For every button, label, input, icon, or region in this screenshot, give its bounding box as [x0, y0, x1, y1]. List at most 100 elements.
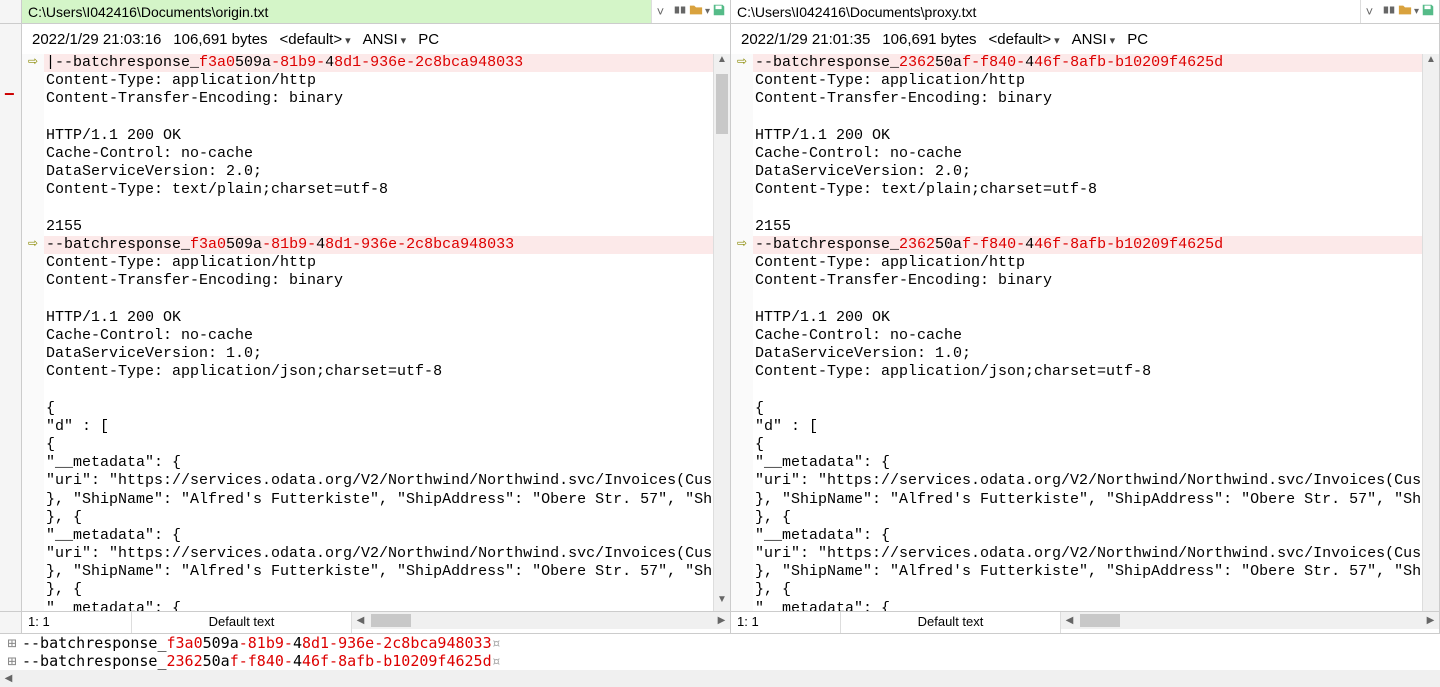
compare-icon[interactable] [1382, 3, 1396, 20]
code-line[interactable]: "d" : [ [753, 418, 1422, 436]
code-line[interactable]: |--batchresponse_f3a0509a-81b9-48d1-936e… [44, 54, 713, 72]
code-line[interactable]: HTTP/1.1 200 OK [753, 127, 1422, 145]
code-line[interactable]: "__metadata": { [753, 454, 1422, 472]
code-line[interactable]: "uri": "https://services.odata.org/V2/No… [753, 472, 1422, 490]
code-line[interactable]: 2155 [44, 218, 713, 236]
scroll-left-button[interactable]: ◀ [1061, 612, 1078, 629]
folder-dropdown-icon[interactable]: ▾ [1414, 6, 1419, 17]
code-line[interactable]: "uri": "https://services.odata.org/V2/No… [44, 472, 713, 490]
code-line[interactable]: DataServiceVersion: 1.0; [44, 345, 713, 363]
code-line[interactable]: { [44, 400, 713, 418]
right-scrollbar-v[interactable]: ▲ [1422, 54, 1439, 611]
right-file-path[interactable]: C:\Users\I042416\Documents\proxy.txt [731, 0, 1360, 23]
code-line[interactable] [753, 109, 1422, 127]
code-line[interactable]: HTTP/1.1 200 OK [44, 309, 713, 327]
code-line[interactable]: "__metadata": { [753, 600, 1422, 611]
code-line[interactable]: }, "ShipName": "Alfred's Futterkiste", "… [44, 491, 713, 509]
diff-summary-line[interactable]: ⊞--batchresponse_236250af-f840-446f-8afb… [0, 652, 1440, 670]
code-line[interactable]: }, "ShipName": "Alfred's Futterkiste", "… [44, 563, 713, 581]
code-line[interactable] [44, 290, 713, 308]
diff-summary-line[interactable]: ⊞--batchresponse_f3a0509a-81b9-48d1-936e… [0, 634, 1440, 652]
code-line[interactable]: 2155 [753, 218, 1422, 236]
code-line[interactable]: Cache-Control: no-cache [753, 327, 1422, 345]
scrollbar-thumb[interactable] [1080, 614, 1120, 627]
code-line[interactable]: { [753, 436, 1422, 454]
right-lineend[interactable]: PC [1127, 31, 1148, 48]
code-line[interactable]: Content-Transfer-Encoding: binary [44, 272, 713, 290]
scroll-left-button[interactable]: ◀ [352, 612, 369, 629]
code-line[interactable]: "uri": "https://services.odata.org/V2/No… [44, 545, 713, 563]
left-file-path[interactable]: C:\Users\I042416\Documents\origin.txt [22, 0, 651, 23]
compare-icon[interactable] [673, 3, 687, 20]
bottom-scrollbar[interactable]: ◀ [0, 670, 1440, 687]
code-line[interactable]: Content-Type: application/http [44, 254, 713, 272]
code-line[interactable]: DataServiceVersion: 2.0; [44, 163, 713, 181]
code-line[interactable]: Content-Type: text/plain;charset=utf-8 [44, 181, 713, 199]
folder-icon[interactable] [689, 3, 703, 20]
code-line[interactable] [44, 200, 713, 218]
scrollbar-thumb[interactable] [371, 614, 411, 627]
expand-icon[interactable]: ⊞ [2, 634, 22, 652]
code-line[interactable]: "__metadata": { [753, 527, 1422, 545]
code-line[interactable]: { [753, 400, 1422, 418]
code-line[interactable] [753, 381, 1422, 399]
left-scrollbar-v[interactable]: ▲ ▼ [713, 54, 730, 611]
left-code[interactable]: |--batchresponse_f3a0509a-81b9-48d1-936e… [44, 54, 713, 611]
code-line[interactable]: --batchresponse_236250af-f840-446f-8afb-… [753, 54, 1422, 72]
code-line[interactable]: Content-Transfer-Encoding: binary [753, 272, 1422, 290]
code-line[interactable]: Content-Type: application/json;charset=u… [753, 363, 1422, 381]
right-scrollbar-h[interactable]: ◀ ▶ [1061, 612, 1439, 629]
right-encoding[interactable]: ANSI [1072, 31, 1116, 48]
code-line[interactable] [44, 381, 713, 399]
code-line[interactable]: Content-Type: application/json;charset=u… [44, 363, 713, 381]
code-line[interactable]: --batchresponse_236250af-f840-446f-8afb-… [753, 236, 1422, 254]
code-line[interactable]: Content-Type: application/http [44, 72, 713, 90]
left-scrollbar-h[interactable]: ◀ ▶ [352, 612, 730, 629]
code-line[interactable]: HTTP/1.1 200 OK [753, 309, 1422, 327]
code-line[interactable]: Content-Type: application/http [753, 72, 1422, 90]
code-line[interactable]: "d" : [ [44, 418, 713, 436]
code-line[interactable]: }, "ShipName": "Alfred's Futterkiste", "… [753, 563, 1422, 581]
code-line[interactable]: "__metadata": { [44, 527, 713, 545]
left-lineend[interactable]: PC [418, 31, 439, 48]
folder-icon[interactable] [1398, 3, 1412, 20]
left-filter[interactable]: <default> [280, 31, 351, 48]
code-line[interactable]: Cache-Control: no-cache [44, 327, 713, 345]
code-line[interactable]: "__metadata": { [44, 600, 713, 611]
save-icon[interactable] [712, 3, 726, 20]
code-line[interactable]: Content-Transfer-Encoding: binary [44, 90, 713, 108]
overview-gutter[interactable]: − [0, 54, 22, 611]
code-line[interactable]: DataServiceVersion: 2.0; [753, 163, 1422, 181]
code-line[interactable]: }, { [753, 509, 1422, 527]
code-line[interactable]: Content-Type: application/http [753, 254, 1422, 272]
code-line[interactable]: Content-Transfer-Encoding: binary [753, 90, 1422, 108]
expand-icon[interactable]: ⊞ [2, 652, 22, 670]
code-line[interactable]: }, { [44, 509, 713, 527]
folder-dropdown-icon[interactable]: ▾ [705, 6, 710, 17]
right-path-dropdown[interactable]: ˅ [1360, 0, 1378, 23]
code-line[interactable]: HTTP/1.1 200 OK [44, 127, 713, 145]
left-encoding[interactable]: ANSI [363, 31, 407, 48]
code-line[interactable]: "__metadata": { [44, 454, 713, 472]
code-line[interactable]: "uri": "https://services.odata.org/V2/No… [753, 545, 1422, 563]
left-path-dropdown[interactable]: ˅ [651, 0, 669, 23]
save-icon[interactable] [1421, 3, 1435, 20]
scroll-up-button[interactable]: ▲ [714, 54, 730, 71]
code-line[interactable]: --batchresponse_f3a0509a-81b9-48d1-936e-… [44, 236, 713, 254]
code-line[interactable]: DataServiceVersion: 1.0; [753, 345, 1422, 363]
scroll-right-button[interactable]: ▶ [713, 612, 730, 629]
code-line[interactable]: Cache-Control: no-cache [753, 145, 1422, 163]
code-line[interactable]: }, { [753, 581, 1422, 599]
code-line[interactable] [753, 200, 1422, 218]
scroll-left-button[interactable]: ◀ [0, 670, 17, 687]
code-line[interactable]: }, "ShipName": "Alfred's Futterkiste", "… [753, 491, 1422, 509]
code-line[interactable]: { [44, 436, 713, 454]
code-line[interactable] [753, 290, 1422, 308]
code-line[interactable]: }, { [44, 581, 713, 599]
scroll-right-button[interactable]: ▶ [1422, 612, 1439, 629]
scroll-down-button[interactable]: ▼ [714, 594, 730, 611]
scroll-up-button[interactable]: ▲ [1423, 54, 1439, 71]
code-line[interactable]: Content-Type: text/plain;charset=utf-8 [753, 181, 1422, 199]
right-filter[interactable]: <default> [989, 31, 1060, 48]
code-line[interactable]: Cache-Control: no-cache [44, 145, 713, 163]
